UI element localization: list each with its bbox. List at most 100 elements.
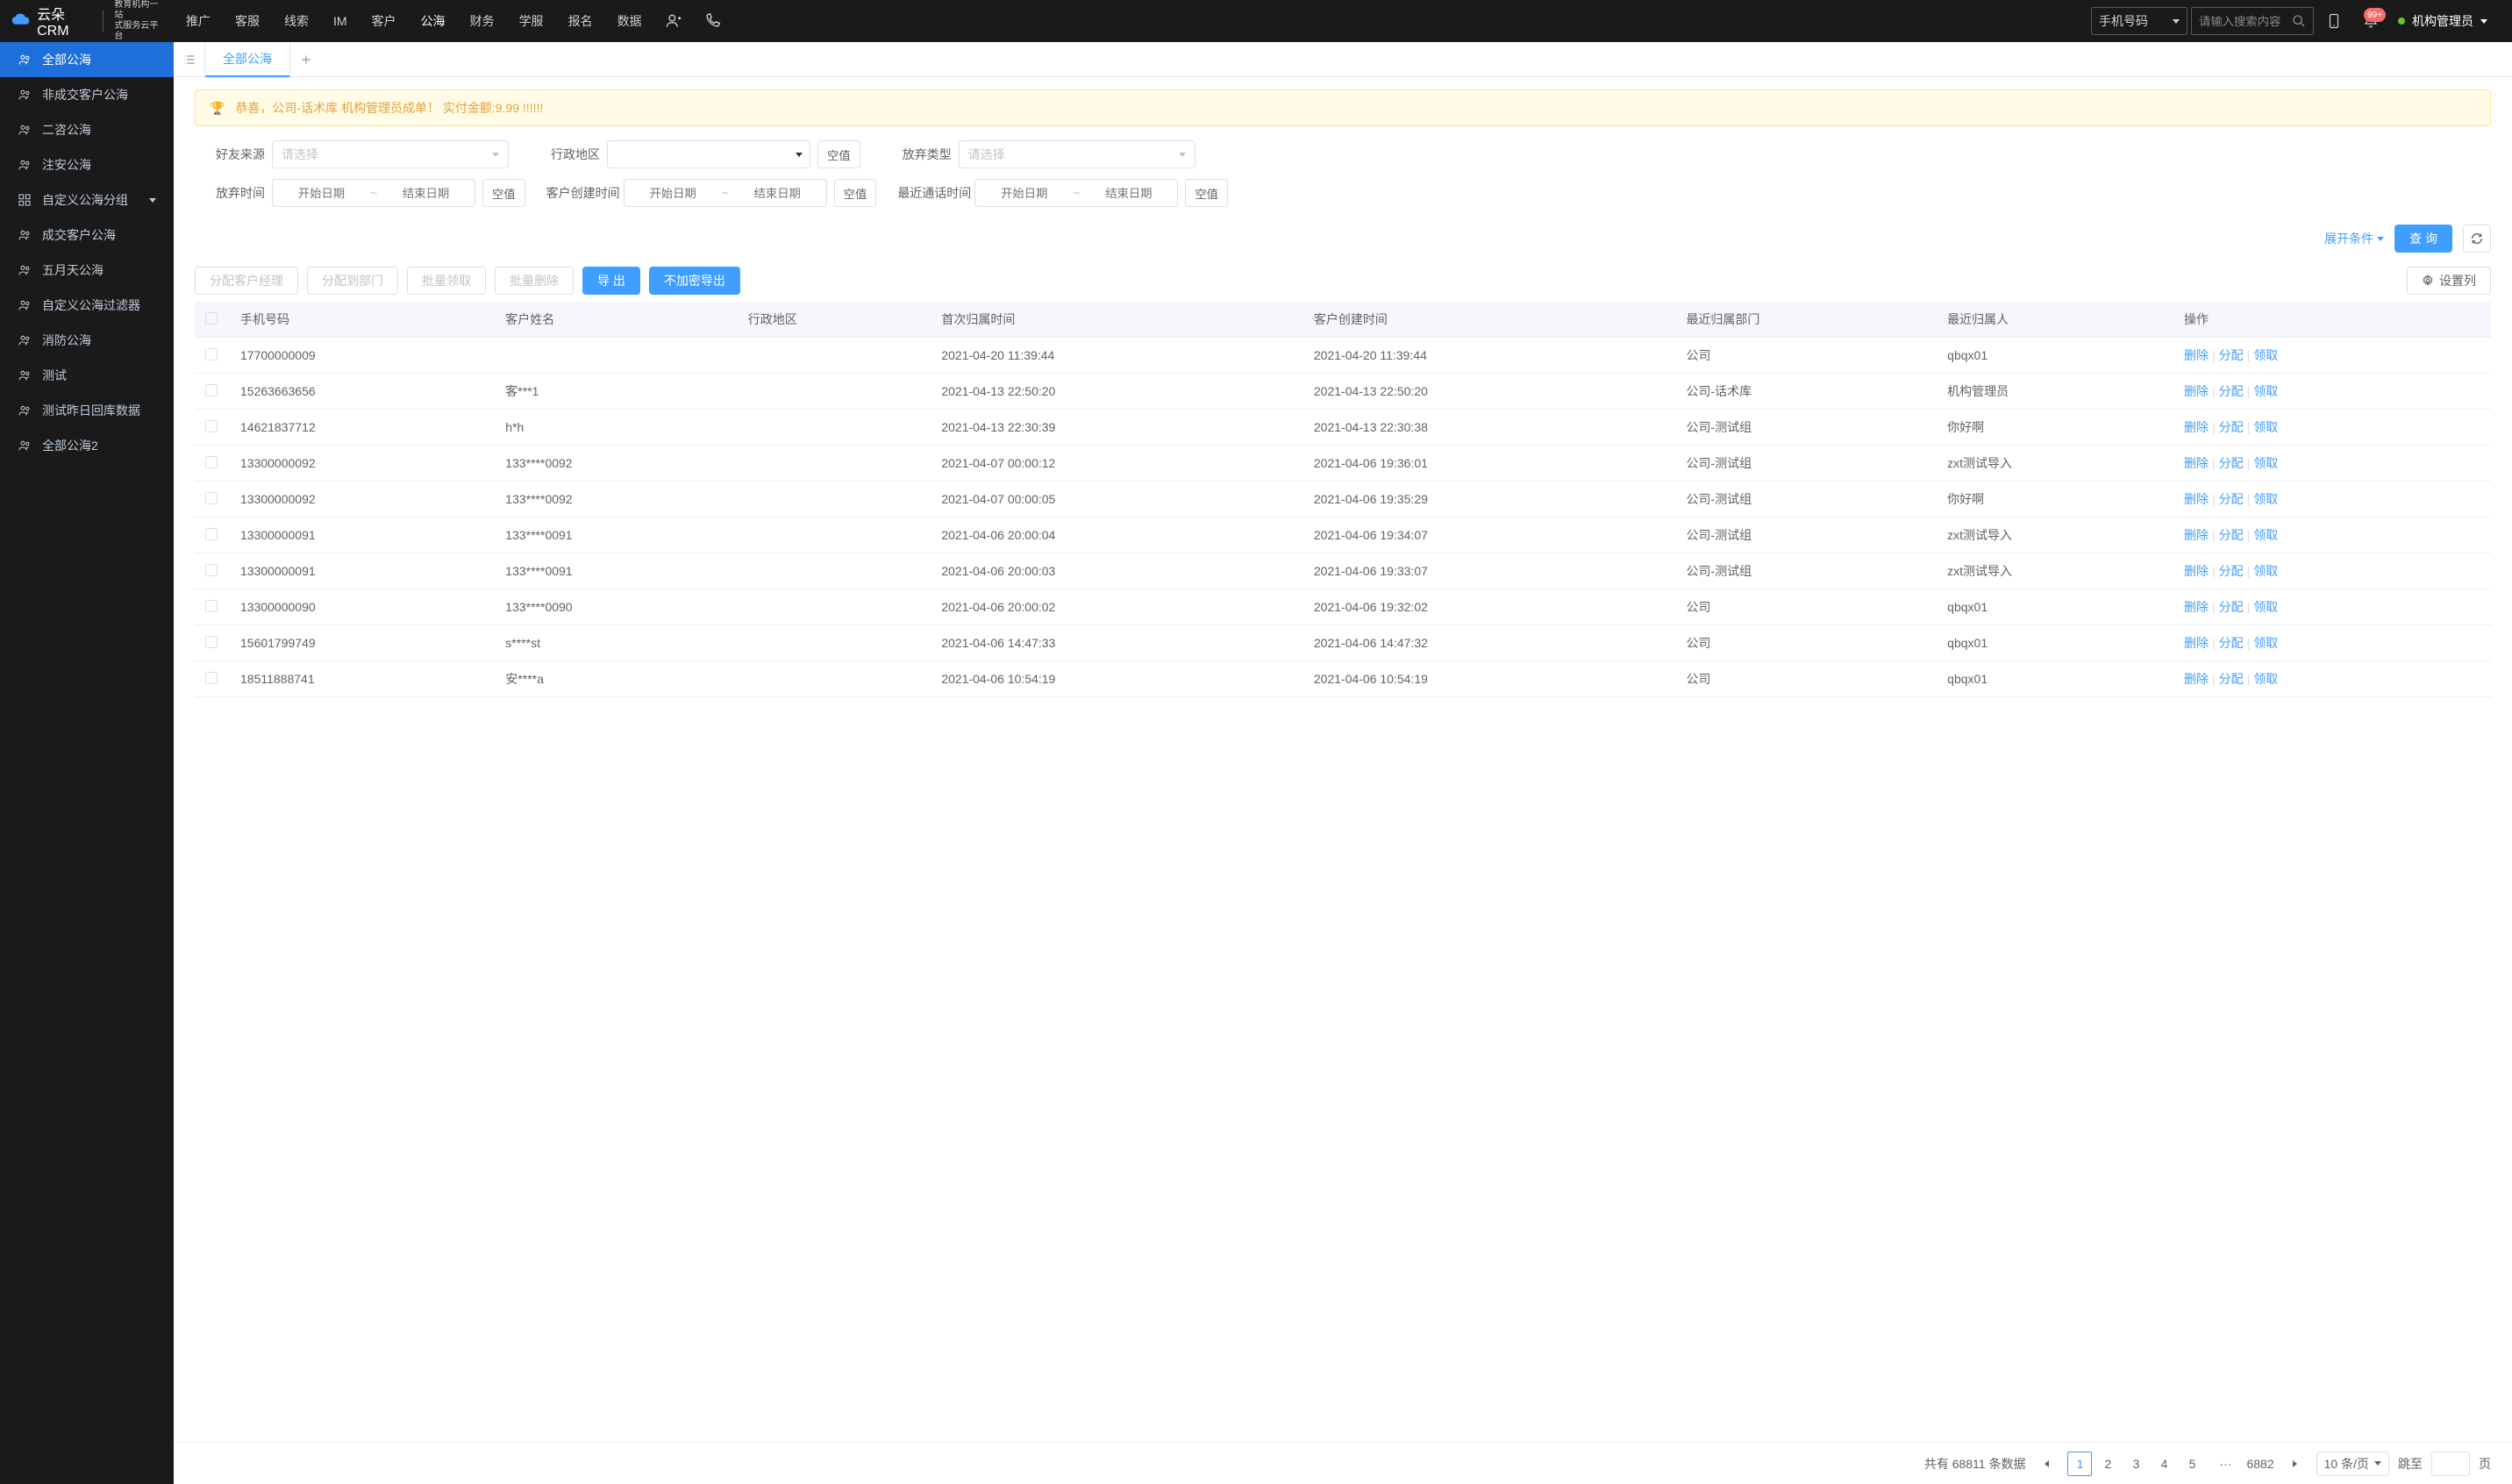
last-call-start[interactable] [975, 187, 1073, 200]
action-claim[interactable]: 领取 [2253, 636, 2278, 650]
mobile-icon[interactable] [2317, 13, 2351, 29]
action-claim[interactable]: 领取 [2253, 672, 2278, 686]
action-delete[interactable]: 删除 [2184, 420, 2209, 434]
action-assign[interactable]: 分配 [2219, 600, 2244, 614]
clear-create-time-button[interactable]: 空值 [834, 179, 877, 207]
top-nav-item[interactable]: 学服 [507, 0, 556, 42]
row-checkbox[interactable] [205, 420, 218, 432]
table-row[interactable]: 13300000091133****00912021-04-06 20:00:0… [195, 517, 2491, 553]
sidebar-item[interactable]: 测试昨日回库数据 [0, 393, 174, 428]
abandon-time-start[interactable] [273, 187, 370, 200]
top-nav-item[interactable]: 客户 [360, 0, 409, 42]
action-claim[interactable]: 领取 [2253, 384, 2278, 398]
sidebar-item[interactable]: 自定义公海分组 [0, 182, 174, 218]
page-prev[interactable] [2034, 1452, 2059, 1476]
action-delete[interactable]: 删除 [2184, 600, 2209, 614]
row-checkbox[interactable] [205, 564, 218, 576]
tab-add[interactable] [290, 54, 322, 66]
action-delete[interactable]: 删除 [2184, 384, 2209, 398]
table-row[interactable]: 177000000092021-04-20 11:39:442021-04-20… [195, 338, 2491, 374]
action-assign[interactable]: 分配 [2219, 528, 2244, 542]
row-checkbox[interactable] [205, 384, 218, 396]
search-input[interactable] [2199, 15, 2292, 28]
page-size-select[interactable]: 10 条/页 [2316, 1452, 2389, 1476]
row-checkbox[interactable] [205, 348, 218, 360]
top-nav-item[interactable]: 推广 [174, 0, 223, 42]
action-assign[interactable]: 分配 [2219, 636, 2244, 650]
batch-claim-button[interactable]: 批量领取 [407, 267, 486, 295]
sidebar-item[interactable]: 成交客户公海 [0, 218, 174, 253]
action-assign[interactable]: 分配 [2219, 672, 2244, 686]
sidebar-item[interactable]: 非成交客户公海 [0, 77, 174, 112]
table-row[interactable]: 18511888741安****a2021-04-06 10:54:192021… [195, 661, 2491, 697]
top-nav-item[interactable]: IM [321, 0, 360, 42]
top-nav-item[interactable]: 财务 [458, 0, 507, 42]
action-claim[interactable]: 领取 [2253, 420, 2278, 434]
page-number[interactable]: 5 [2180, 1452, 2204, 1476]
action-delete[interactable]: 删除 [2184, 348, 2209, 362]
page-last[interactable]: 6882 [2246, 1452, 2273, 1476]
assign-dept-button[interactable]: 分配到部门 [307, 267, 398, 295]
add-user-icon[interactable] [654, 12, 693, 30]
action-claim[interactable]: 领取 [2253, 492, 2278, 506]
top-nav-item[interactable]: 公海 [409, 0, 458, 42]
row-checkbox[interactable] [205, 492, 218, 504]
sidebar-item[interactable]: 测试 [0, 358, 174, 393]
phone-icon[interactable] [693, 12, 731, 30]
action-claim[interactable]: 领取 [2253, 600, 2278, 614]
create-time-end[interactable] [729, 187, 826, 200]
action-claim[interactable]: 领取 [2253, 528, 2278, 542]
export-button[interactable]: 导 出 [582, 267, 640, 295]
row-checkbox[interactable] [205, 672, 218, 684]
refresh-button[interactable] [2463, 225, 2491, 253]
sidebar-item[interactable]: 自定义公海过滤器 [0, 288, 174, 323]
table-row[interactable]: 15263663656客***12021-04-13 22:50:202021-… [195, 374, 2491, 410]
action-assign[interactable]: 分配 [2219, 456, 2244, 470]
page-jump-input[interactable] [2431, 1452, 2470, 1476]
create-time-start[interactable] [624, 187, 722, 200]
sidebar-item[interactable]: 二咨公海 [0, 112, 174, 147]
select-all-checkbox[interactable] [205, 312, 218, 325]
filter-friend-source-select[interactable]: 请选择 [272, 140, 509, 168]
sidebar-item[interactable]: 消防公海 [0, 323, 174, 358]
page-number[interactable]: 2 [2095, 1452, 2120, 1476]
table-row[interactable]: 14621837712h*h2021-04-13 22:30:392021-04… [195, 410, 2491, 446]
filter-create-time-range[interactable]: ~ [624, 179, 827, 207]
table-row[interactable]: 13300000091133****00912021-04-06 20:00:0… [195, 553, 2491, 589]
filter-abandon-time-range[interactable]: ~ [272, 179, 475, 207]
page-number[interactable]: 3 [2123, 1452, 2148, 1476]
top-nav-item[interactable]: 报名 [556, 0, 605, 42]
filter-last-call-range[interactable]: ~ [974, 179, 1178, 207]
page-number[interactable]: 1 [2067, 1452, 2092, 1476]
row-checkbox[interactable] [205, 528, 218, 540]
table-row[interactable]: 15601799749s****st2021-04-06 14:47:33202… [195, 625, 2491, 661]
action-delete[interactable]: 删除 [2184, 564, 2209, 578]
page-next[interactable] [2283, 1452, 2308, 1476]
table-container[interactable]: 手机号码客户姓名行政地区首次归属时间客户创建时间最近归属部门最近归属人操作 17… [174, 302, 2512, 1442]
last-call-end[interactable] [1080, 187, 1177, 200]
sidebar-item[interactable]: 全部公海2 [0, 428, 174, 463]
action-delete[interactable]: 删除 [2184, 636, 2209, 650]
clear-last-call-button[interactable]: 空值 [1185, 179, 1228, 207]
table-row[interactable]: 13300000092133****00922021-04-07 00:00:1… [195, 446, 2491, 482]
row-checkbox[interactable] [205, 600, 218, 612]
expand-filters-link[interactable]: 展开条件 [2324, 230, 2384, 247]
action-claim[interactable]: 领取 [2253, 348, 2278, 362]
search-icon[interactable] [2292, 14, 2306, 28]
user-menu[interactable]: 机构管理员 [2391, 12, 2494, 30]
table-row[interactable]: 13300000090133****00902021-04-06 20:00:0… [195, 589, 2491, 625]
assign-manager-button[interactable]: 分配客户经理 [195, 267, 298, 295]
clear-abandon-time-button[interactable]: 空值 [482, 179, 525, 207]
sidebar-item[interactable]: 五月天公海 [0, 253, 174, 288]
settings-columns-button[interactable]: 设置列 [2407, 267, 2491, 295]
search-type-select[interactable]: 手机号码 [2091, 7, 2187, 35]
action-assign[interactable]: 分配 [2219, 384, 2244, 398]
top-nav-item[interactable]: 客服 [223, 0, 272, 42]
action-delete[interactable]: 删除 [2184, 492, 2209, 506]
clear-admin-region-button[interactable]: 空值 [817, 140, 860, 168]
action-assign[interactable]: 分配 [2219, 564, 2244, 578]
notification-icon[interactable]: 99+ [2354, 13, 2387, 29]
action-delete[interactable]: 删除 [2184, 528, 2209, 542]
batch-delete-button[interactable]: 批量删除 [495, 267, 574, 295]
action-delete[interactable]: 删除 [2184, 672, 2209, 686]
